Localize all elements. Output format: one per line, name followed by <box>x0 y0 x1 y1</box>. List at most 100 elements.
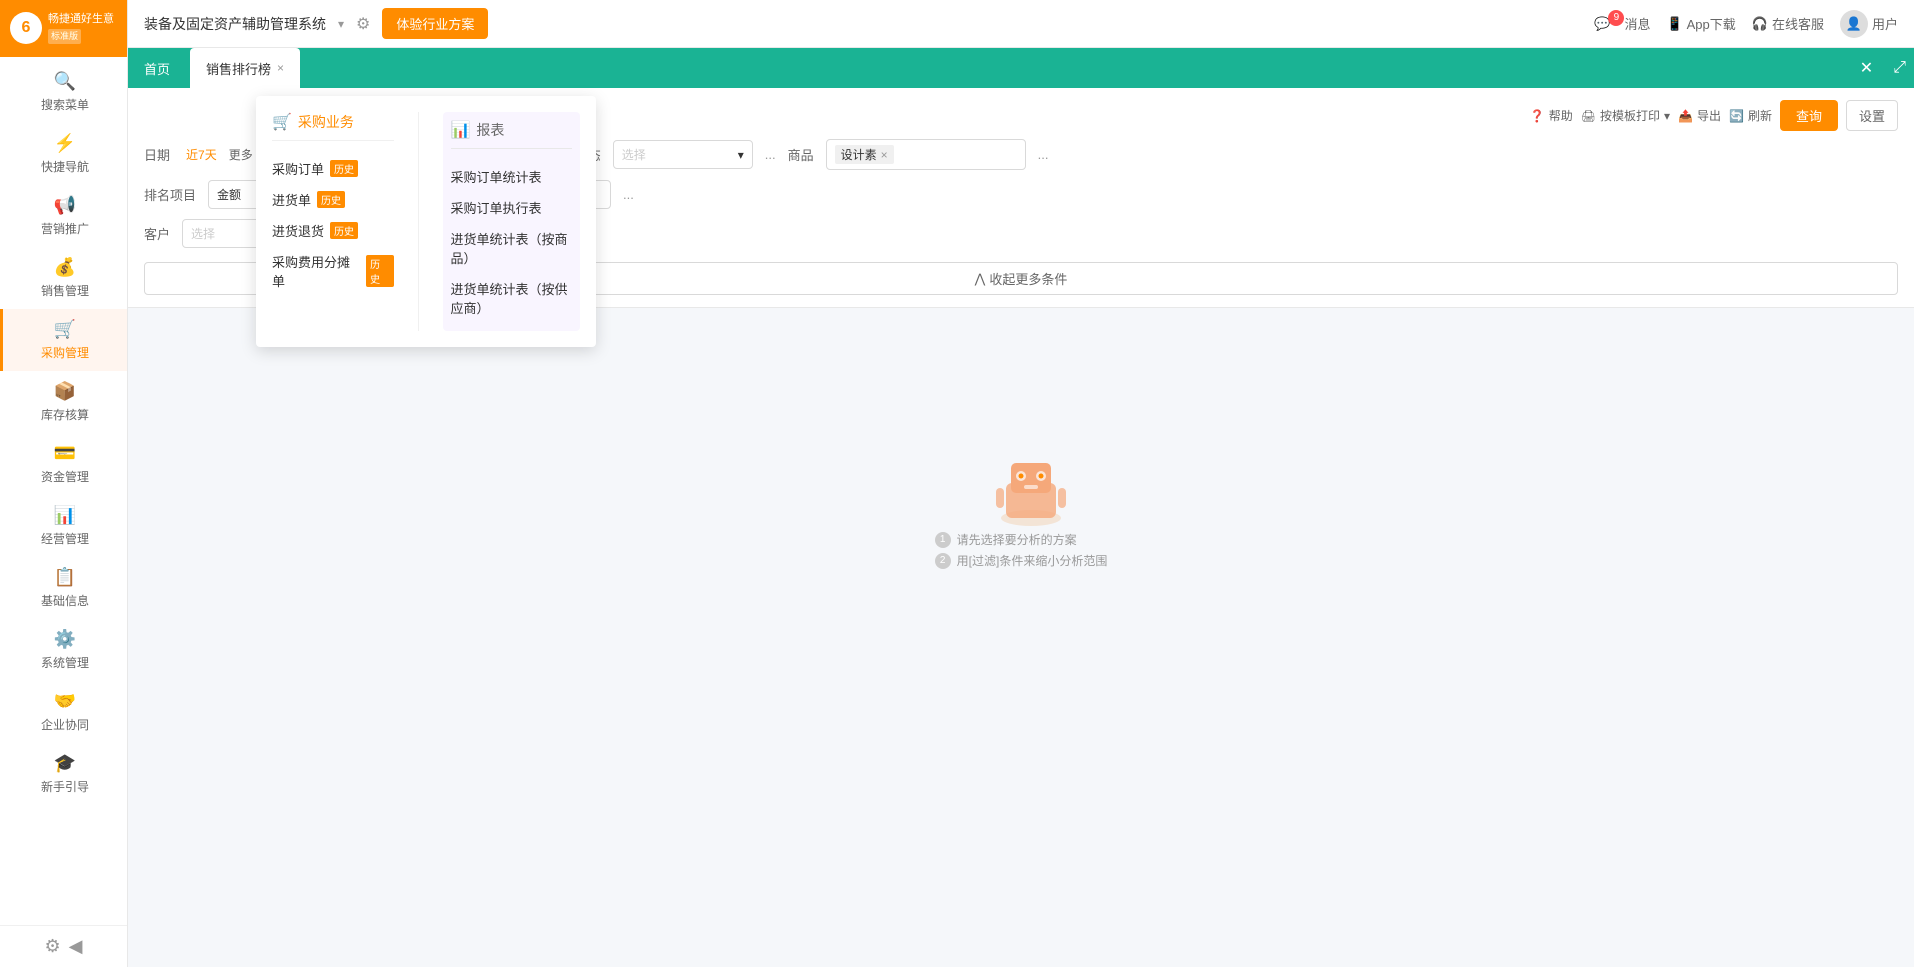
history-badge-1: 历史 <box>330 160 358 177</box>
sidebar: 6 畅捷通好生意 标准版 🔍 搜索菜单 ⚡ 快捷导航 📢 营销推广 💰 <box>0 0 128 967</box>
customer-label: 客户 <box>144 224 170 243</box>
step-2-text: 用[过滤]条件来缩小分析范围 <box>957 552 1108 569</box>
headset-icon: 🎧 <box>1752 16 1768 32</box>
sidebar-settings-btn[interactable]: ⚙ <box>45 936 61 957</box>
purchase-col-header: 🛒 采购业务 <box>272 112 394 141</box>
reports-col-title: 报表 <box>476 120 504 140</box>
goods-tag-close[interactable]: × <box>881 148 888 162</box>
dropdown-item-purchase-order-exec[interactable]: 采购订单执行表 <box>451 192 573 223</box>
tab-active-label: 销售排行榜 <box>206 59 271 78</box>
reports-col: 📊 报表 采购订单统计表 采购订单执行表 进货单统计表（按商品） 进货单统计表（… <box>443 112 581 331</box>
purchase-icon: 🛒 <box>54 319 76 340</box>
tab-home[interactable]: 首页 <box>128 48 186 88</box>
dropdown-item-inbound[interactable]: 进货单 历史 <box>272 184 394 215</box>
print-icon: 🖨 <box>1581 109 1596 123</box>
settings-btn[interactable]: 设置 <box>1846 100 1898 131</box>
date-label: 日期 <box>144 145 170 164</box>
industry-btn[interactable]: 体验行业方案 <box>382 8 488 39</box>
user-action[interactable]: 👤 用户 <box>1840 10 1898 38</box>
dropdown-item-inbound-return[interactable]: 进货退货 历史 <box>272 215 394 246</box>
sidebar-item-sales[interactable]: 💰 销售管理 <box>0 247 127 309</box>
tabbar: 首页 销售排行榜 × ✕ ⤢ <box>128 48 1914 88</box>
date-chip-more[interactable]: 更多 <box>225 145 257 164</box>
sales-icon: 💰 <box>54 257 76 278</box>
sidebar-item-label: 营销推广 <box>41 220 89 237</box>
help-label: 帮助 <box>1549 107 1573 124</box>
help-icon: ❓ <box>1530 109 1545 123</box>
collapse-label: 收起更多条件 <box>989 269 1067 288</box>
dropdown-item-inbound-stat-goods[interactable]: 进货单统计表（按商品） <box>451 223 573 273</box>
topbar-dropdown-arrow[interactable]: ▾ <box>338 17 344 31</box>
customer-value: 选择 <box>191 225 215 242</box>
inventory-icon: 📦 <box>54 381 76 402</box>
sidebar-item-marketing[interactable]: 📢 营销推广 <box>0 185 127 247</box>
goods-tag: 设计素 × <box>835 145 894 164</box>
sidebar-item-guide[interactable]: 🎓 新手引导 <box>0 743 127 805</box>
message-label: 消息 <box>1624 14 1650 33</box>
topbar-title: 装备及固定资产辅助管理系统 <box>144 14 326 34</box>
doc-status-select[interactable]: 选择 ▾ <box>613 140 753 169</box>
sidebar-collapse-btn[interactable]: ◀ <box>69 936 83 957</box>
refresh-label: 刷新 <box>1748 107 1772 124</box>
app-download-label: App下载 <box>1687 14 1736 33</box>
print-btn[interactable]: 🖨 按模板打印 ▾ <box>1581 107 1670 124</box>
empty-illustration <box>981 443 1061 523</box>
operations-icon: 📊 <box>54 505 76 526</box>
tab-expand-btn[interactable]: ⤢ <box>1885 59 1914 77</box>
date-chip-7days[interactable]: 近7天 <box>182 145 221 164</box>
help-btn[interactable]: ❓ 帮助 <box>1530 107 1573 124</box>
tab-close-all-btn[interactable]: ✕ <box>1848 58 1885 78</box>
rank-label: 排名项目 <box>144 185 196 204</box>
doc-status-value: 选择 <box>622 146 646 163</box>
message-action[interactable]: 💬 9 消息 <box>1594 14 1650 33</box>
tab-close-icon[interactable]: × <box>277 61 284 75</box>
avatar-icon: 👤 <box>1846 16 1862 32</box>
dropdown-item-inbound-stat-supplier[interactable]: 进货单统计表（按供应商） <box>451 273 573 323</box>
tab-sales-ranking[interactable]: 销售排行榜 × <box>190 48 300 88</box>
reports-col-header: 📊 报表 <box>451 120 573 149</box>
reports-col-icon: 📊 <box>451 120 471 140</box>
doc-status-dropdown: ▾ <box>738 148 744 162</box>
sidebar-item-search[interactable]: 🔍 搜索菜单 <box>0 61 127 123</box>
salesman-dots[interactable]: ... <box>623 187 634 202</box>
inbound-stat-goods-label: 进货单统计表（按商品） <box>451 229 573 267</box>
sidebar-nav: 🔍 搜索菜单 ⚡ 快捷导航 📢 营销推广 💰 销售管理 🛒 采购管理 📦 <box>0 57 127 925</box>
online-service-action[interactable]: 🎧 在线客服 <box>1752 14 1824 33</box>
goods-dots[interactable]: ... <box>1038 147 1049 162</box>
step-num-1: 1 <box>935 532 951 548</box>
sidebar-item-quick-nav[interactable]: ⚡ 快捷导航 <box>0 123 127 185</box>
sidebar-item-label: 快捷导航 <box>41 158 89 175</box>
topbar-gear-icon[interactable]: ⚙ <box>356 14 370 34</box>
dropdown-item-purchase-cost[interactable]: 采购费用分摊单 历史 <box>272 246 394 296</box>
refresh-btn[interactable]: 🔄 刷新 <box>1729 107 1772 124</box>
sidebar-item-system[interactable]: ⚙️ 系统管理 <box>0 619 127 681</box>
export-btn[interactable]: 📤 导出 <box>1678 107 1721 124</box>
sidebar-item-enterprise[interactable]: 🤝 企业协同 <box>0 681 127 743</box>
sidebar-item-purchase[interactable]: 🛒 采购管理 <box>0 309 127 371</box>
sidebar-item-label: 库存核算 <box>41 406 89 423</box>
inbound-stat-supplier-label: 进货单统计表（按供应商） <box>451 279 573 317</box>
purchase-order-exec-label: 采购订单执行表 <box>451 198 542 217</box>
sidebar-item-label: 销售管理 <box>41 282 89 299</box>
dropdown-item-purchase-order-stat[interactable]: 采购订单统计表 <box>451 161 573 192</box>
sidebar-item-inventory[interactable]: 📦 库存核算 <box>0 371 127 433</box>
sidebar-item-label: 新手引导 <box>41 778 89 795</box>
sidebar-item-basic-info[interactable]: 📋 基础信息 <box>0 557 127 619</box>
avatar: 👤 <box>1840 10 1868 38</box>
purchase-order-stat-label: 采购订单统计表 <box>451 167 542 186</box>
search-icon: 🔍 <box>54 71 76 92</box>
purchase-cost-label: 采购费用分摊单 <box>272 252 360 290</box>
sidebar-item-operations[interactable]: 📊 经营管理 <box>0 495 127 557</box>
app-download-action[interactable]: 📱 App下载 <box>1666 14 1735 33</box>
doc-status-dots[interactable]: ... <box>765 147 776 162</box>
search-btn[interactable]: 查询 <box>1780 100 1838 131</box>
export-icon: 📤 <box>1678 109 1693 123</box>
inbound-return-label: 进货退货 <box>272 221 324 240</box>
goods-input[interactable]: 设计素 × <box>826 139 1026 170</box>
dropdown-item-purchase-order[interactable]: 采购订单 历史 <box>272 153 394 184</box>
history-badge-2: 历史 <box>317 191 345 208</box>
sidebar-item-finance[interactable]: 💳 资金管理 <box>0 433 127 495</box>
inbound-label: 进货单 <box>272 190 311 209</box>
finance-icon: 💳 <box>54 443 76 464</box>
user-label: 用户 <box>1872 14 1898 33</box>
